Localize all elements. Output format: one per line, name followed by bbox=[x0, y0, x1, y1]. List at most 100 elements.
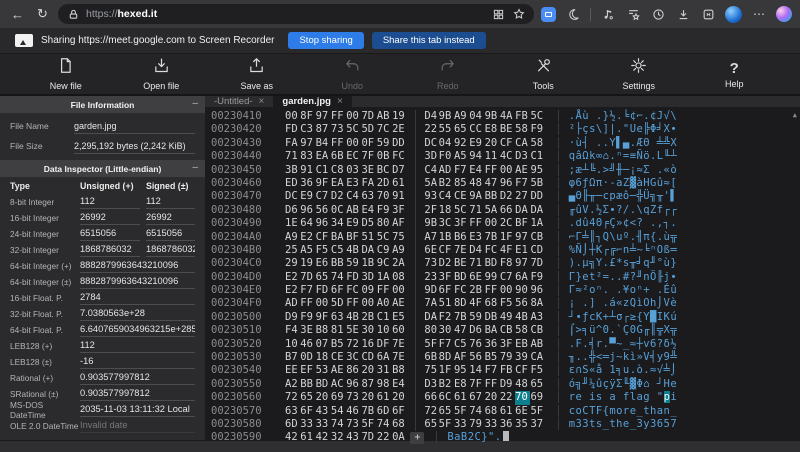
byte-cell[interactable]: 5F bbox=[439, 418, 454, 431]
byte-cell[interactable]: E6 bbox=[316, 257, 331, 270]
inspector-value[interactable]: -16 bbox=[80, 355, 195, 369]
inspector-value[interactable]: 0.903577997812 bbox=[80, 387, 195, 401]
byte-cell[interactable]: E1 bbox=[515, 244, 530, 257]
byte-cell[interactable]: 39 bbox=[515, 351, 530, 364]
byte-cell[interactable]: FF bbox=[485, 284, 500, 297]
byte-cell[interactable]: D3 bbox=[515, 150, 530, 163]
byte-cell[interactable]: 2D bbox=[377, 177, 392, 190]
byte-cell[interactable]: F5 bbox=[500, 297, 515, 310]
byte-cell[interactable]: 5E bbox=[346, 324, 361, 337]
byte-cell[interactable]: 7D bbox=[361, 110, 376, 123]
byte-cell[interactable]: 00 bbox=[346, 137, 361, 150]
byte-cell[interactable]: 97 bbox=[316, 110, 331, 123]
byte-cell[interactable]: F7 bbox=[300, 284, 315, 297]
byte-cell[interactable]: 2F bbox=[415, 203, 438, 218]
byte-cell[interactable]: 20 bbox=[485, 391, 500, 404]
byte-cell[interactable]: E2 bbox=[285, 284, 300, 297]
byte-cell[interactable]: B2 bbox=[439, 378, 454, 391]
byte-cell[interactable]: 33 bbox=[454, 418, 469, 431]
ascii-text-column[interactable]: coCTF{more_than_ bbox=[557, 404, 678, 417]
ascii-text-column[interactable]: ).µ╗Y.£*s╥╛q╜°ù} bbox=[557, 257, 678, 270]
byte-cell[interactable]: 59 bbox=[469, 311, 484, 324]
byte-cell[interactable]: 73 bbox=[331, 123, 346, 136]
byte-cell[interactable]: 3B bbox=[285, 164, 300, 177]
byte-cell[interactable]: FF bbox=[485, 164, 500, 177]
byte-cell[interactable]: 61 bbox=[454, 391, 469, 404]
byte-cell[interactable]: 85 bbox=[454, 177, 469, 190]
byte-cell[interactable]: 8D bbox=[454, 297, 469, 310]
ascii-text-column[interactable]: ⌠>╕ü^0.`Ç0G╓║╦X╦ bbox=[557, 324, 678, 337]
byte-cell[interactable]: 90 bbox=[515, 284, 530, 297]
byte-cell[interactable]: C4 bbox=[415, 163, 438, 177]
byte-cell[interactable]: 7D bbox=[361, 431, 376, 444]
byte-cell[interactable]: 4A bbox=[500, 110, 515, 123]
byte-cell[interactable]: C8 bbox=[331, 164, 346, 177]
byte-cell[interactable]: 2E bbox=[392, 123, 407, 136]
byte-cell[interactable]: A2 bbox=[285, 378, 300, 391]
byte-cell[interactable]: 36 bbox=[500, 418, 515, 431]
byte-cell[interactable]: CB bbox=[530, 324, 545, 337]
byte-cell[interactable]: C3 bbox=[300, 123, 315, 136]
byte-cell[interactable]: 00 bbox=[285, 110, 300, 123]
inspector-unsigned-value[interactable]: 6515056 bbox=[80, 227, 140, 241]
byte-cell[interactable]: 0B bbox=[377, 150, 392, 163]
byte-cell[interactable]: 67 bbox=[469, 391, 484, 404]
byte-cell[interactable]: 66 bbox=[415, 391, 438, 405]
ascii-text-column[interactable]: re is a flag "pi bbox=[557, 391, 678, 404]
byte-cell[interactable]: 0D bbox=[300, 351, 315, 364]
byte-cell[interactable]: 6F bbox=[439, 284, 454, 297]
byte-cell[interactable]: 48 bbox=[469, 177, 484, 190]
byte-cell[interactable]: 1B bbox=[439, 231, 454, 244]
byte-cell[interactable]: 03 bbox=[346, 164, 361, 177]
byte-cell[interactable]: 96 bbox=[530, 284, 545, 297]
downloads-icon[interactable] bbox=[675, 6, 691, 22]
byte-cell[interactable]: 8F bbox=[300, 110, 315, 123]
ascii-text-column[interactable]: .F.╡r.▀~_≈┼v6?δ½ bbox=[557, 337, 678, 350]
byte-cell[interactable]: DA bbox=[515, 204, 530, 217]
byte-cell[interactable]: 6A bbox=[515, 271, 530, 284]
byte-cell[interactable]: 08 bbox=[392, 271, 407, 284]
byte-cell[interactable]: B7 bbox=[285, 351, 300, 364]
byte-cell[interactable]: E2 bbox=[300, 231, 315, 244]
byte-cell[interactable]: 8A bbox=[530, 297, 545, 310]
byte-cell[interactable]: EA bbox=[331, 177, 346, 190]
byte-cell[interactable]: 00 bbox=[500, 284, 515, 297]
byte-cell[interactable]: FF bbox=[331, 137, 346, 150]
byte-cell[interactable]: 04 bbox=[469, 110, 484, 123]
byte-cell[interactable]: 98 bbox=[377, 378, 392, 391]
byte-cell[interactable]: 3D bbox=[415, 150, 438, 164]
byte-cell[interactable]: FD bbox=[346, 271, 361, 284]
byte-cell[interactable]: A0 bbox=[377, 297, 392, 310]
byte-cell[interactable]: 94 bbox=[469, 150, 484, 163]
byte-cell[interactable]: CA bbox=[530, 351, 545, 364]
byte-cell[interactable]: 00 bbox=[346, 110, 361, 123]
byte-cell[interactable]: 3E bbox=[361, 164, 376, 177]
ascii-text-column[interactable]: ²├çs\]|."Ue╠Φ╛X∙ bbox=[557, 123, 678, 136]
byte-cell[interactable]: 4F bbox=[500, 244, 515, 257]
byte-cell[interactable]: 0C bbox=[331, 204, 346, 217]
byte-cell[interactable]: 11 bbox=[485, 150, 500, 163]
inspector-unsigned-value[interactable]: 112 bbox=[80, 195, 140, 209]
append-byte-button[interactable]: + bbox=[410, 432, 425, 445]
byte-cell[interactable]: E5 bbox=[392, 311, 407, 324]
byte-cell[interactable]: B5 bbox=[485, 351, 500, 364]
byte-cell[interactable]: 48 bbox=[515, 378, 530, 391]
byte-cell[interactable]: D2 bbox=[439, 257, 454, 270]
byte-cell[interactable]: CF bbox=[500, 137, 515, 150]
new-file-button[interactable]: New file bbox=[30, 57, 102, 91]
byte-cell[interactable]: 96 bbox=[300, 204, 315, 217]
byte-cell[interactable]: 60 bbox=[392, 324, 407, 337]
byte-cell[interactable]: 9F bbox=[316, 177, 331, 190]
collapse-icon[interactable]: – bbox=[192, 99, 198, 109]
byte-cell[interactable]: 5C bbox=[530, 110, 545, 123]
byte-cell[interactable]: FF bbox=[331, 110, 346, 123]
byte-cell[interactable]: A5 bbox=[300, 244, 315, 257]
byte-cell[interactable]: 19 bbox=[392, 110, 407, 123]
byte-cell[interactable]: 96 bbox=[500, 177, 515, 190]
byte-cell[interactable]: C9 bbox=[377, 244, 392, 257]
byte-cell[interactable]: 3E bbox=[300, 324, 315, 337]
byte-cell[interactable]: 7B bbox=[485, 231, 500, 244]
byte-cell[interactable]: 35 bbox=[515, 418, 530, 431]
byte-cell[interactable]: F0 bbox=[439, 150, 454, 163]
byte-cell[interactable]: FD bbox=[285, 123, 300, 136]
